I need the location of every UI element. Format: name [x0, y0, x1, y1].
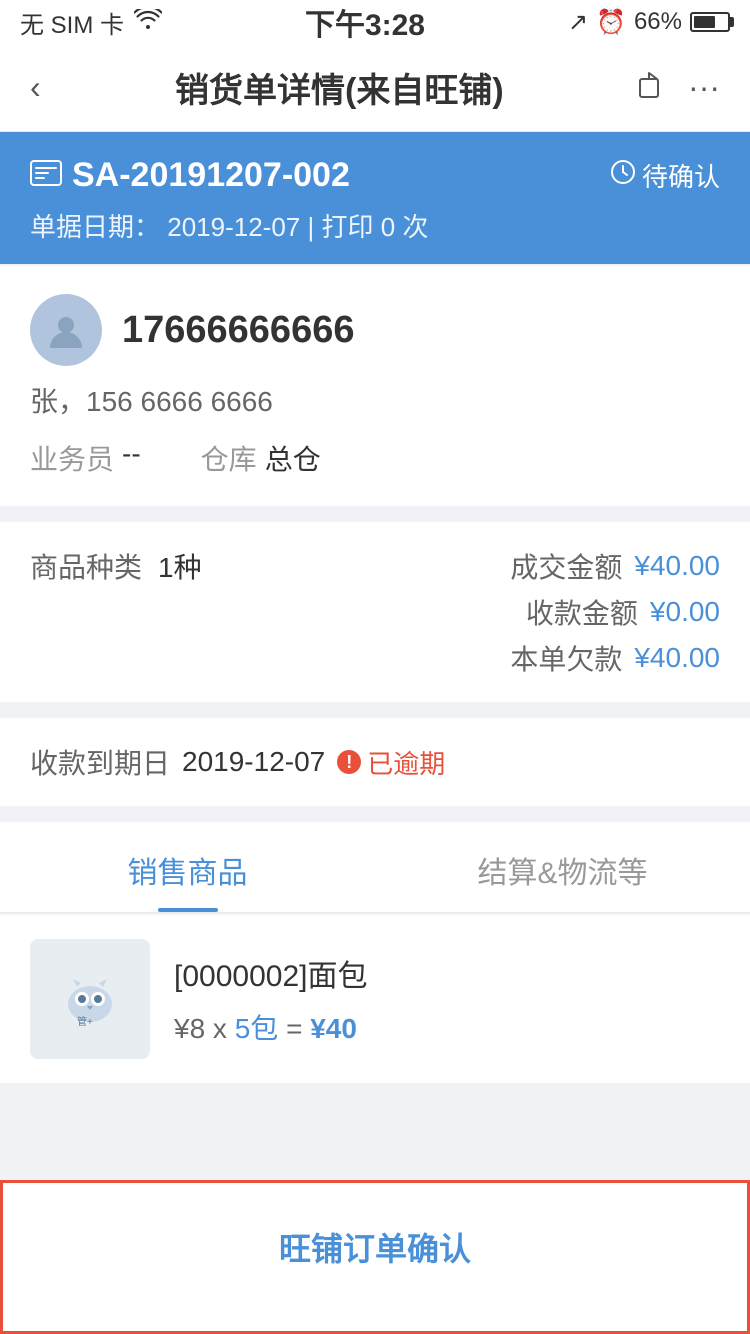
summary-left: 商品种类 1种 — [30, 546, 510, 586]
battery-percent: 66% — [634, 8, 682, 36]
product-thumbnail: 管+ — [30, 939, 150, 1059]
nav-left: ‹ — [30, 69, 41, 106]
header-top: SA-20191207-002 待确认 — [30, 156, 720, 195]
location-icon: ↗ — [568, 8, 588, 37]
back-button[interactable]: ‹ — [30, 69, 41, 106]
overdue-badge: ! 已逾期 — [337, 744, 445, 781]
nav-right: ··· — [638, 69, 720, 107]
tabs-container: 销售商品 结算&物流等 — [0, 822, 750, 913]
status-badge: 待确认 — [610, 157, 720, 194]
header-card: SA-20191207-002 待确认 单据日期： 2019-12-07 | 打… — [0, 132, 750, 264]
amount-row: 成交金额 ¥40.00 — [510, 546, 720, 586]
summary-right: 成交金额 ¥40.00 收款金额 ¥0.00 本单欠款 ¥40.00 — [510, 546, 720, 678]
product-item: 管+ [0000002]面包 ¥8 x 5包 = ¥40 — [0, 915, 750, 1083]
due-date-card: 收款到期日 2019-12-07 ! 已逾期 — [0, 718, 750, 806]
alert-icon: ! — [337, 750, 361, 774]
customer-top: 17666666666 — [30, 294, 720, 366]
confirm-btn-container: 旺铺订单确认 — [0, 1180, 750, 1334]
tab-settlement[interactable]: 结算&物流等 — [375, 822, 750, 912]
received-row: 收款金额 ¥0.00 — [526, 592, 720, 632]
nav-bar: ‹ 销货单详情(来自旺铺) ··· — [0, 44, 750, 132]
wifi-icon — [134, 8, 162, 36]
battery-icon — [690, 12, 730, 32]
product-price-row: ¥8 x 5包 = ¥40 — [174, 1007, 720, 1047]
customer-info-row: 业务员 -- 仓库 总仓 — [30, 438, 720, 478]
salesperson-info: 业务员 -- — [30, 438, 141, 478]
order-meta: 单据日期： 2019-12-07 | 打印 0 次 — [30, 207, 720, 244]
tab-goods[interactable]: 销售商品 — [0, 822, 375, 912]
carrier-label: 无 SIM 卡 — [20, 5, 124, 40]
customer-phone: 17666666666 — [122, 309, 354, 352]
product-name: [0000002]面包 — [174, 951, 720, 995]
confirm-order-button[interactable]: 旺铺订单确认 — [33, 1203, 717, 1291]
product-list: 管+ [0000002]面包 ¥8 x 5包 = ¥40 — [0, 915, 750, 1083]
customer-card: 17666666666 张，156 6666 6666 业务员 -- 仓库 总仓 — [0, 266, 750, 506]
customer-name: 张，156 6666 6666 — [30, 380, 720, 420]
order-id: SA-20191207-002 — [30, 156, 350, 195]
status-bar-time: 下午3:28 — [305, 0, 425, 44]
svg-text:管+: 管+ — [77, 1015, 93, 1028]
warehouse-info: 仓库 总仓 — [201, 438, 321, 478]
share-button[interactable] — [638, 69, 668, 107]
more-button[interactable]: ··· — [688, 69, 720, 106]
alarm-icon: ⏰ — [596, 8, 626, 37]
status-bar-left: 无 SIM 卡 — [20, 5, 162, 40]
product-info: [0000002]面包 ¥8 x 5包 = ¥40 — [174, 951, 720, 1047]
owed-row: 本单欠款 ¥40.00 — [510, 638, 720, 678]
summary-card: 商品种类 1种 成交金额 ¥40.00 收款金额 ¥0.00 本单欠款 ¥40.… — [0, 522, 750, 702]
avatar — [30, 294, 102, 366]
status-bar-right: ↗ ⏰ 66% — [568, 8, 730, 37]
status-bar: 无 SIM 卡 下午3:28 ↗ ⏰ 66% — [0, 0, 750, 44]
order-icon — [30, 156, 62, 195]
page-title: 销货单详情(来自旺铺) — [175, 63, 504, 112]
clock-icon — [610, 159, 636, 192]
